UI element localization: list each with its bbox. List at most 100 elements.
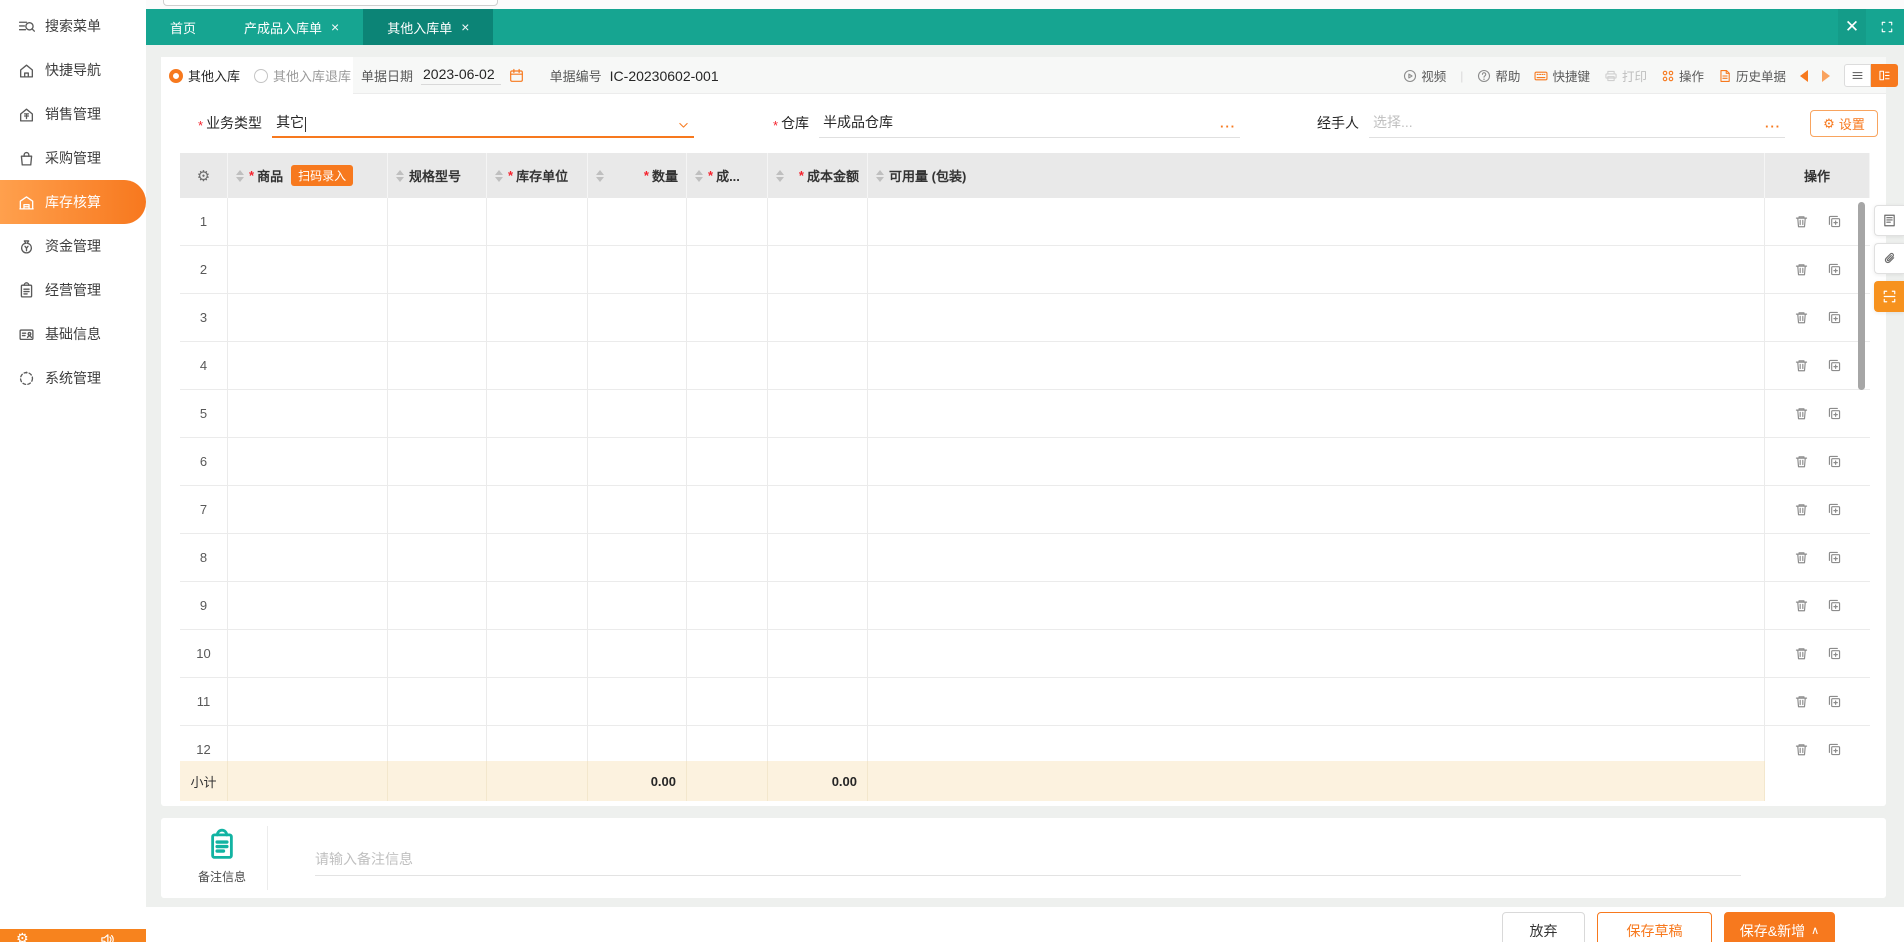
doc-type-radio-其他入库[interactable]: 其他入库 [169,66,240,85]
cell-amount[interactable] [768,582,868,629]
toolbar-帮助-button[interactable]: 帮助 [1477,66,1520,85]
cell-avail[interactable] [868,726,1765,761]
cell-unit[interactable] [487,678,588,725]
sort-arrows-icon[interactable] [695,169,703,182]
delete-row-icon[interactable] [1794,310,1809,325]
delete-row-icon[interactable] [1794,262,1809,277]
cell-cost[interactable] [687,438,768,485]
delete-row-icon[interactable] [1794,598,1809,613]
float-draft-button[interactable] [1874,205,1904,236]
float-clip-button[interactable] [1874,243,1904,274]
cell-avail[interactable] [868,630,1765,677]
cell-qty[interactable] [588,534,687,581]
cell-qty[interactable] [588,198,687,245]
cell-amount[interactable] [768,198,868,245]
cell-amount[interactable] [768,438,868,485]
cell-avail[interactable] [868,678,1765,725]
sort-arrows-icon[interactable] [876,169,884,182]
cell-amount[interactable] [768,630,868,677]
cell-avail[interactable] [868,294,1765,341]
copy-row-icon[interactable] [1827,454,1842,469]
cell-spec[interactable] [388,486,487,533]
settings-gear-icon[interactable]: ⚙ [16,930,29,942]
cell-qty[interactable] [588,342,687,389]
sort-arrows-icon[interactable] [396,169,404,182]
list-view-button[interactable] [1844,64,1871,87]
delete-row-icon[interactable] [1794,214,1809,229]
cell-cost[interactable] [687,486,768,533]
sidebar-item-基础信息[interactable]: 基础信息 [0,312,146,356]
sort-arrows-icon[interactable] [495,169,503,182]
copy-row-icon[interactable] [1827,646,1842,661]
cell-product[interactable] [228,678,388,725]
cell-unit[interactable] [487,294,588,341]
cell-amount[interactable] [768,294,868,341]
cell-amount[interactable] [768,726,868,761]
cell-avail[interactable] [868,534,1765,581]
delete-row-icon[interactable] [1794,694,1809,709]
column-header-spec[interactable]: 规格型号 [388,153,487,198]
cell-spec[interactable] [388,726,487,761]
保存&新增-button[interactable]: 保存&新增 ∧ [1724,912,1835,942]
copy-row-icon[interactable] [1827,406,1842,421]
copy-row-icon[interactable] [1827,742,1842,757]
cell-spec[interactable] [388,342,487,389]
cell-spec[interactable] [388,630,487,677]
doc-type-radio-其他入库退库[interactable]: 其他入库退库 [254,66,351,85]
cell-cost[interactable] [687,198,768,245]
close-icon[interactable]: ✕ [1838,9,1866,45]
toolbar-操作-button[interactable]: 操作 [1661,66,1704,85]
cell-amount[interactable] [768,246,868,293]
cell-cost[interactable] [687,630,768,677]
cell-qty[interactable] [588,294,687,341]
sidebar-item-库存核算[interactable]: 库存核算 [0,180,146,224]
settings-button[interactable]: ⚙ 设置 [1810,110,1878,137]
cell-spec[interactable] [388,534,487,581]
cell-amount[interactable] [768,390,868,437]
scan-entry-badge[interactable]: 扫码录入 [291,165,354,186]
column-header-avail[interactable]: 可用量 (包装) [868,153,1765,198]
cell-qty[interactable] [588,630,687,677]
cell-cost[interactable] [687,294,768,341]
cell-product[interactable] [228,246,388,293]
cell-product[interactable] [228,534,388,581]
cell-avail[interactable] [868,582,1765,629]
cell-unit[interactable] [487,486,588,533]
放弃-button[interactable]: 放弃 [1502,912,1585,942]
cell-unit[interactable] [487,246,588,293]
cell-spec[interactable] [388,294,487,341]
cell-unit[interactable] [487,534,588,581]
cell-qty[interactable] [588,678,687,725]
tab-产成品入库单[interactable]: 产成品入库单 × [220,9,363,45]
copy-row-icon[interactable] [1827,694,1842,709]
delete-row-icon[interactable] [1794,502,1809,517]
copy-row-icon[interactable] [1827,598,1842,613]
cell-avail[interactable] [868,342,1765,389]
cell-cost[interactable] [687,678,768,725]
sort-arrows-icon[interactable] [596,169,604,182]
cell-avail[interactable] [868,486,1765,533]
cell-qty[interactable] [588,582,687,629]
cell-product[interactable] [228,582,388,629]
cell-spec[interactable] [388,390,487,437]
delete-row-icon[interactable] [1794,550,1809,565]
copy-row-icon[interactable] [1827,310,1842,325]
delete-row-icon[interactable] [1794,406,1809,421]
cell-amount[interactable] [768,486,868,533]
toolbar-视频-button[interactable]: 视频 [1403,66,1446,85]
sidebar-item-采购管理[interactable]: 采购管理 [0,136,146,180]
float-scan-button[interactable] [1874,281,1904,312]
sidebar-item-经营管理[interactable]: 经营管理 [0,268,146,312]
sidebar-item-销售管理[interactable]: 销售管理 [0,92,146,136]
sidebar-item-搜索菜单[interactable]: 搜索菜单 [0,4,146,48]
delete-row-icon[interactable] [1794,358,1809,373]
toolbar-历史单据-button[interactable]: 历史单据 [1718,66,1786,85]
field-input-业务类型[interactable]: 其它 [272,112,694,138]
cell-spec[interactable] [388,678,487,725]
copy-row-icon[interactable] [1827,550,1842,565]
cell-cost[interactable] [687,726,768,761]
copy-row-icon[interactable] [1827,214,1842,229]
cell-product[interactable] [228,342,388,389]
field-input-经手人[interactable]: 选择... ··· [1369,112,1785,138]
kanban-view-button[interactable] [1871,64,1898,87]
